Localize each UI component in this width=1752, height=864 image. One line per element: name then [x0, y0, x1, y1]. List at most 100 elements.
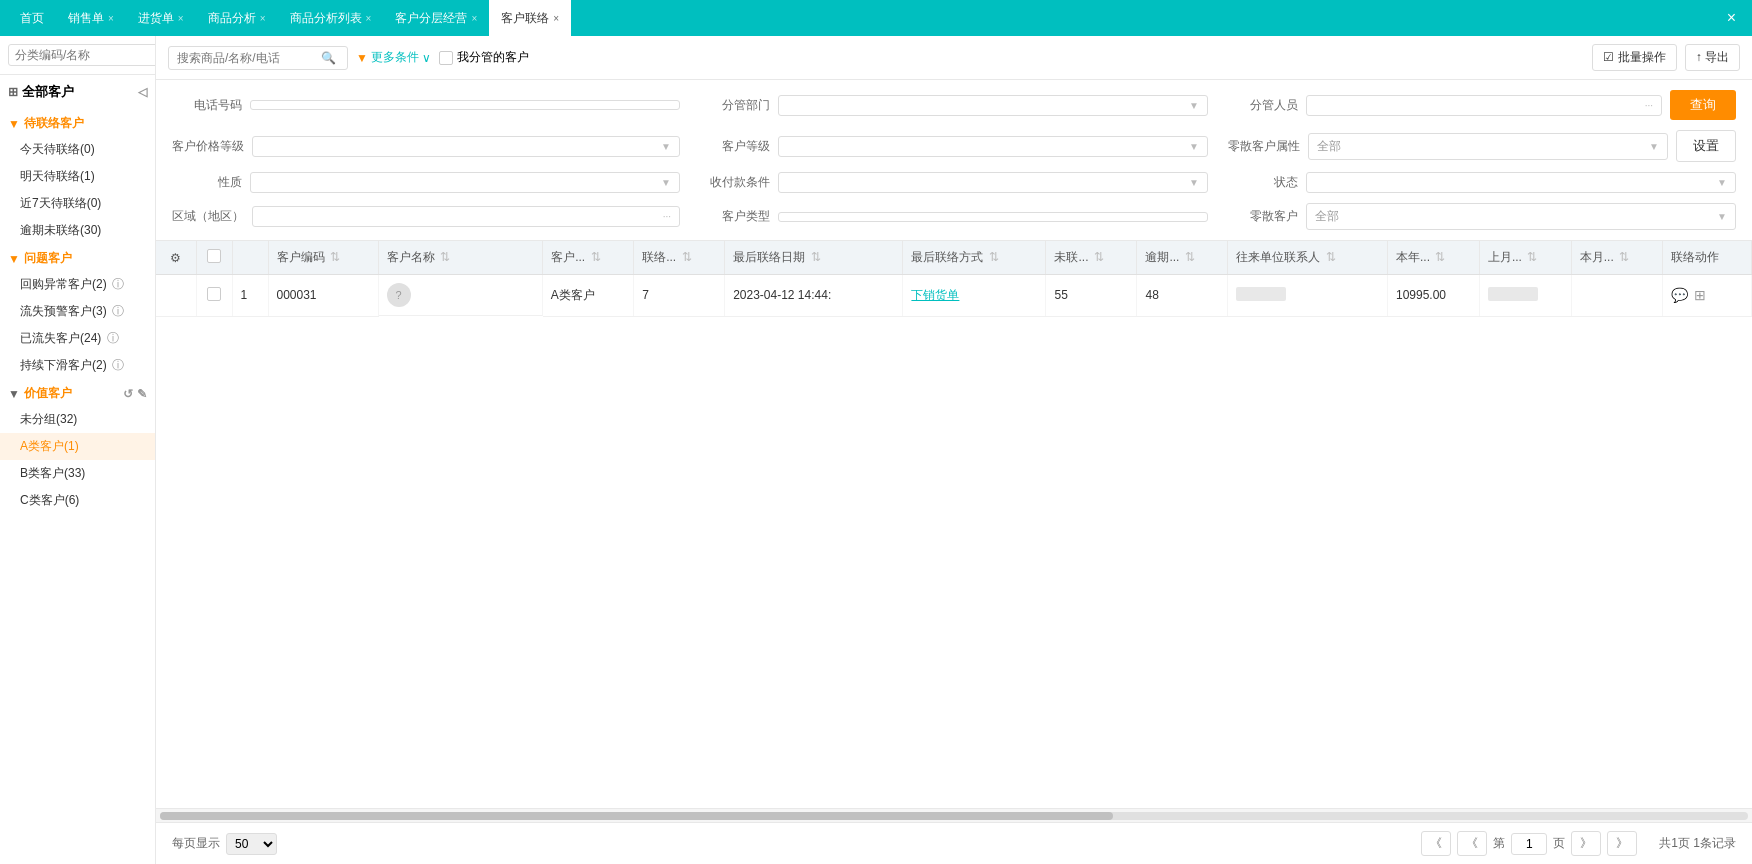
filter-search-input[interactable] — [177, 51, 317, 65]
close-customer-segment-icon[interactable]: × — [471, 13, 477, 24]
nav-purchase[interactable]: 进货单 × — [126, 0, 196, 36]
filter-more-button[interactable]: ▼ 更多条件 ∨ — [356, 49, 431, 66]
sidebar-item-today-contact[interactable]: 今天待联络(0) — [0, 136, 155, 163]
export-button[interactable]: ↑ 导出 — [1685, 44, 1740, 71]
my-customers-filter[interactable]: 我分管的客户 — [439, 49, 529, 66]
td-action: 💬 ⊞ — [1662, 275, 1751, 317]
nav-customer-segment[interactable]: 客户分层经营 × — [383, 0, 489, 36]
sidebar-item-repurchase-abnormal[interactable]: 回购异常客户(2) ⓘ — [0, 271, 155, 298]
sidebar-item-lost[interactable]: 已流失客户(24) ⓘ — [0, 325, 155, 352]
sidebar-item-loss-warning[interactable]: 流失预警客户(3) ⓘ — [0, 298, 155, 325]
nav-sales[interactable]: 销售单 × — [56, 0, 126, 36]
chat-icon[interactable]: 💬 — [1671, 287, 1688, 303]
close-all-button[interactable]: × — [1719, 9, 1744, 27]
section-value-customer[interactable]: ▼ 价值客户 ↺ ✎ — [0, 379, 155, 406]
th-last-contact-date[interactable]: 最后联络日期 ⇅ — [725, 241, 903, 275]
batch-op-button[interactable]: ☑ 批量操作 — [1592, 44, 1676, 71]
page-input[interactable] — [1511, 833, 1547, 855]
section-pending-contact[interactable]: ▼ 待联络客户 — [0, 109, 155, 136]
customer-level-label: 客户等级 — [700, 138, 770, 155]
th-this-year[interactable]: 本年... ⇅ — [1387, 241, 1479, 275]
sidebar-item-ungrouped[interactable]: 未分组(32) — [0, 406, 155, 433]
close-customer-contact-icon[interactable]: × — [553, 13, 559, 24]
grid-action-icon[interactable]: ⊞ — [1694, 287, 1706, 303]
sidebar-item-b-class[interactable]: B类客户(33) — [0, 460, 155, 487]
th-last-contact-method[interactable]: 最后联络方式 ⇅ — [903, 241, 1046, 275]
th-checkbox[interactable] — [196, 241, 232, 275]
th-this-month[interactable]: 本月... ⇅ — [1571, 241, 1662, 275]
nav-customer-contact[interactable]: 客户联络 × — [489, 0, 571, 36]
th-gear[interactable]: ⚙ — [156, 241, 196, 275]
filter-search-box: 🔍 — [168, 46, 348, 70]
setting-button[interactable]: 设置 — [1676, 130, 1736, 162]
sidebar-search-input[interactable] — [8, 44, 156, 66]
filter-row-price-level: 客户价格等级 ▼ — [172, 130, 680, 162]
refresh-icon[interactable]: ↺ — [123, 387, 133, 401]
sidebar-item-7days-contact[interactable]: 近7天待联络(0) — [0, 190, 155, 217]
triangle-icon-2: ▼ — [8, 252, 20, 266]
price-level-chevron: ▼ — [661, 141, 671, 152]
customer-level-select[interactable]: ▼ — [778, 136, 1208, 157]
sidebar-all-customers[interactable]: ⊞ 全部客户 ◁ — [0, 75, 155, 109]
dept-select[interactable]: ▼ — [778, 95, 1208, 116]
sidebar-item-overdue-contact[interactable]: 逾期未联络(30) — [0, 217, 155, 244]
nature-label: 性质 — [172, 174, 242, 191]
nav-product-analysis[interactable]: 商品分析 × — [196, 0, 278, 36]
th-contact-count[interactable]: 联络... ⇅ — [634, 241, 725, 275]
price-level-label: 客户价格等级 — [172, 138, 244, 155]
horizontal-scrollbar[interactable] — [156, 808, 1752, 822]
close-product-analysis-list-icon[interactable]: × — [366, 13, 372, 24]
filter-icon: ▼ — [356, 51, 368, 65]
name-badge: ? — [387, 283, 411, 307]
retail-customer-select[interactable]: 全部 ▼ — [1306, 203, 1736, 230]
nav-product-analysis-list[interactable]: 商品分析列表 × — [278, 0, 384, 36]
sidebar-item-c-class[interactable]: C类客户(6) — [0, 487, 155, 514]
scrollbar-thumb[interactable] — [160, 812, 1113, 820]
td-checkbox[interactable] — [196, 275, 232, 317]
region-input[interactable]: ··· — [252, 206, 680, 227]
status-select[interactable]: ▼ — [1306, 172, 1736, 193]
sidebar-item-tomorrow-contact[interactable]: 明天待联络(1) — [0, 163, 155, 190]
th-type[interactable]: 客户... ⇅ — [543, 241, 634, 275]
filter-search-icon[interactable]: 🔍 — [321, 51, 336, 65]
close-purchase-icon[interactable]: × — [178, 13, 184, 24]
nature-select[interactable]: ▼ — [250, 172, 680, 193]
td-last-contact-method[interactable]: 下销货单 — [903, 275, 1046, 317]
visit-contact-placeholder — [1236, 287, 1286, 301]
th-name[interactable]: 客户名称 ⇅ — [378, 241, 543, 275]
th-overdue[interactable]: 逾期... ⇅ — [1137, 241, 1228, 275]
td-index: 1 — [232, 275, 268, 317]
adv-filter: 电话号码 分管部门 ▼ 分管人员 ··· 查询 客户价格等级 — [156, 80, 1752, 241]
edit-icon[interactable]: ✎ — [137, 387, 147, 401]
sidebar-item-a-class[interactable]: A类客户(1) — [0, 433, 155, 460]
first-page-button[interactable]: 《 — [1421, 831, 1451, 856]
next-page-button[interactable]: 》 — [1571, 831, 1601, 856]
retail-attr-select[interactable]: 全部 ▼ — [1308, 133, 1668, 160]
last-page-button[interactable]: 》 — [1607, 831, 1637, 856]
th-last-month[interactable]: 上月... ⇅ — [1479, 241, 1571, 275]
query-button[interactable]: 查询 — [1670, 90, 1736, 120]
customer-type-input[interactable] — [778, 212, 1208, 222]
prev-page-button[interactable]: 《 — [1457, 831, 1487, 856]
per-page-select[interactable]: 50 100 200 — [226, 833, 277, 855]
nav-home[interactable]: 首页 — [8, 0, 56, 36]
sidebar-item-declining[interactable]: 持续下滑客户(2) ⓘ — [0, 352, 155, 379]
chevron-down-icon: ∨ — [422, 51, 431, 65]
payment-select[interactable]: ▼ — [778, 172, 1208, 193]
price-level-select[interactable]: ▼ — [252, 136, 680, 157]
person-select[interactable]: ··· — [1306, 95, 1662, 116]
collapse-icon[interactable]: ◁ — [138, 85, 147, 99]
my-customers-checkbox[interactable] — [439, 51, 453, 65]
th-code[interactable]: 客户编码 ⇅ — [268, 241, 378, 275]
select-all-checkbox[interactable] — [207, 249, 221, 263]
person-chevron: ··· — [1645, 100, 1653, 111]
th-no-contact[interactable]: 未联... ⇅ — [1046, 241, 1137, 275]
phone-input[interactable] — [250, 100, 680, 110]
export-icon: ↑ — [1696, 50, 1702, 64]
close-product-analysis-icon[interactable]: × — [260, 13, 266, 24]
filter-row-person: 分管人员 ··· 查询 — [1228, 90, 1736, 120]
th-visit-contact[interactable]: 往来单位联系人 ⇅ — [1228, 241, 1388, 275]
row-checkbox[interactable] — [207, 287, 221, 301]
section-problem-customer[interactable]: ▼ 问题客户 — [0, 244, 155, 271]
close-sales-icon[interactable]: × — [108, 13, 114, 24]
